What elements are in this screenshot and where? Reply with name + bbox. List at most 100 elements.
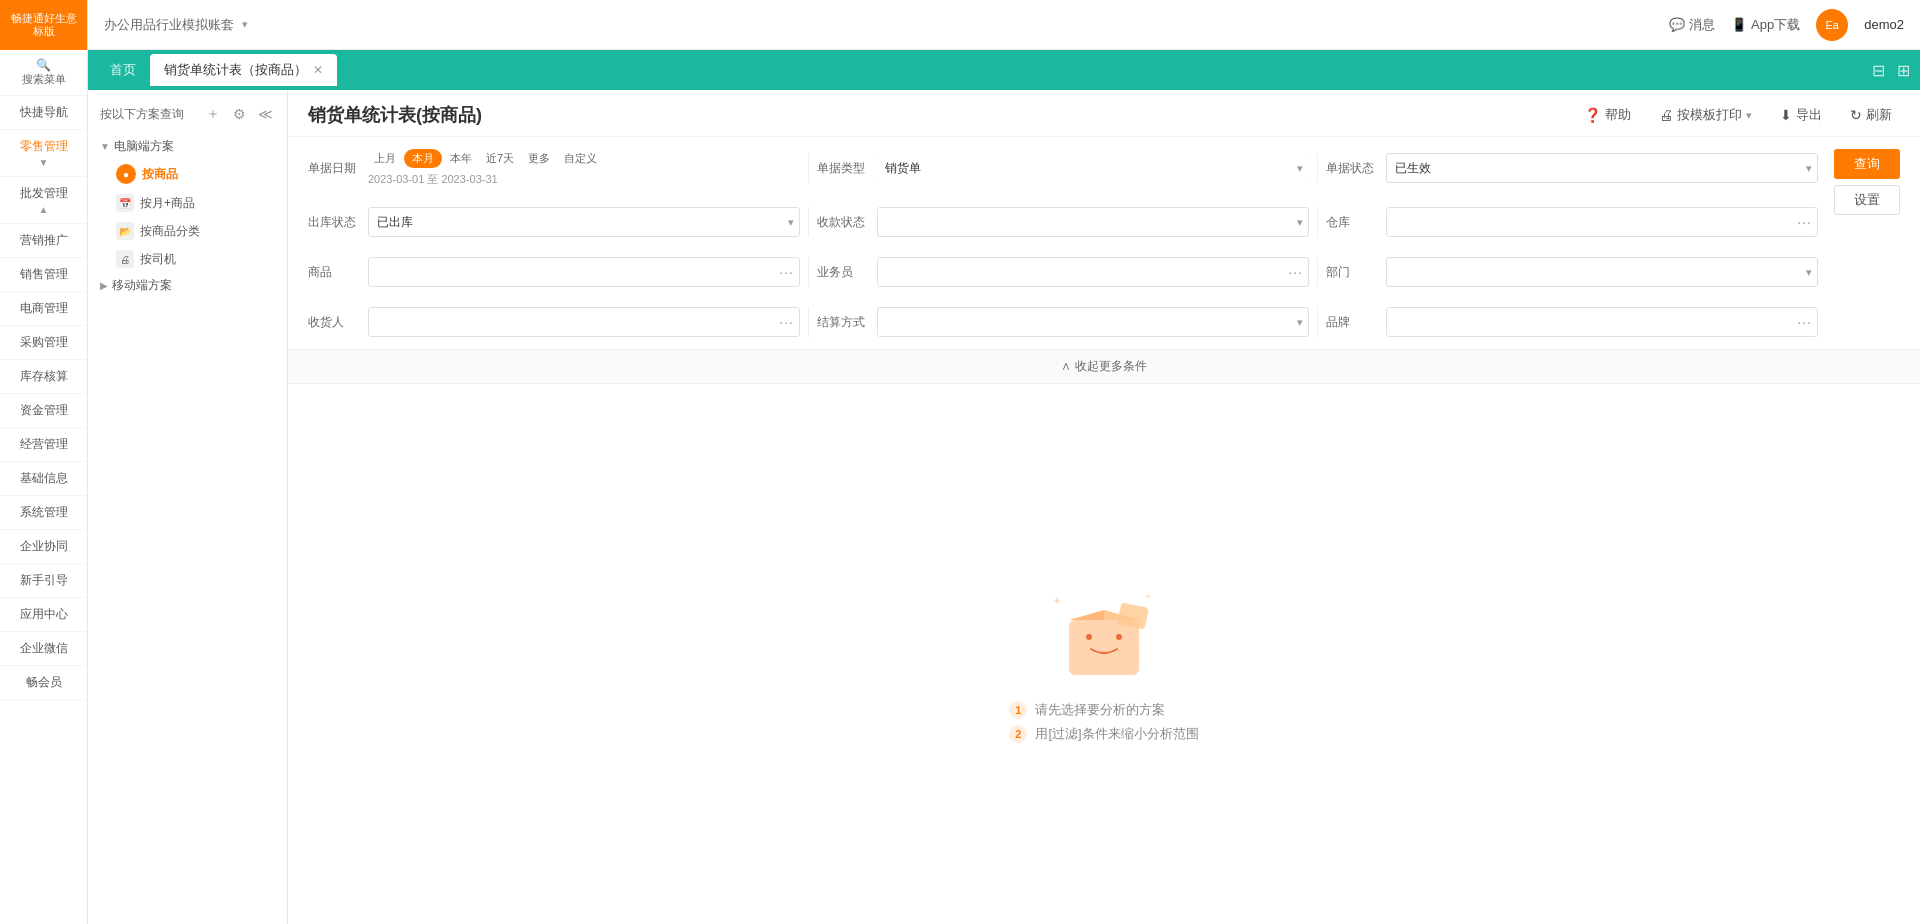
quick-nav-label: 快捷导航	[20, 104, 68, 121]
department-select[interactable]	[1386, 257, 1818, 287]
query-button[interactable]: 查询	[1834, 149, 1900, 179]
sidebar-item-procurement[interactable]: 采购管理	[0, 326, 87, 360]
filter-row-3: 商品 ··· 业务员	[308, 257, 1818, 287]
divider-8	[1317, 307, 1318, 337]
search-icon: 🔍	[36, 58, 51, 72]
tab-home[interactable]: 首页	[96, 54, 150, 86]
empty-text-item-1: 1 请先选择要分析的方案	[1009, 701, 1198, 719]
settlement-label: 结算方式	[817, 314, 877, 331]
refresh-button[interactable]: ↻ 刷新	[1842, 102, 1900, 128]
marketing-label: 营销推广	[20, 232, 68, 249]
tree-group-mobile: ▶ 移动端方案	[88, 273, 287, 298]
filter-panel-header: 按以下方案查询 ＋ ⚙ ≪	[88, 98, 287, 130]
stock-status-select[interactable]: 已出库	[368, 207, 800, 237]
tree-item-by-month-product[interactable]: 📅 按月+商品	[104, 189, 287, 217]
tree-group-desktop-label[interactable]: ▼ 电脑端方案	[88, 134, 287, 159]
empty-number-2: 2	[1009, 725, 1027, 743]
warehouse-select[interactable]	[1386, 207, 1818, 237]
product-input[interactable]	[368, 257, 800, 287]
tree-item-by-product[interactable]: ● 按商品	[104, 159, 287, 189]
tree-item-by-category[interactable]: 📂 按商品分类	[104, 217, 287, 245]
app-logo[interactable]: 畅捷通好生意 标版	[0, 0, 87, 50]
tree-group-mobile-label[interactable]: ▶ 移动端方案	[88, 273, 287, 298]
tree-item-by-driver-icon: 🖨	[116, 250, 134, 268]
payment-status-label: 收款状态	[817, 214, 877, 231]
user-avatar[interactable]: Ea	[1816, 9, 1848, 41]
collapse-bar[interactable]: ∧ 收起更多条件	[288, 350, 1920, 384]
date-tab-this-month[interactable]: 本月	[404, 149, 442, 168]
settings-button[interactable]: 设置	[1834, 185, 1900, 215]
help-icon: ❓	[1584, 107, 1601, 123]
filter-panel-collapse-icon[interactable]: ≪	[255, 104, 275, 124]
sidebar-item-app-center[interactable]: 应用中心	[0, 598, 87, 632]
tab-maximize-icon[interactable]: ⊞	[1895, 59, 1912, 82]
app-logo-text: 畅捷通好生意 标版	[11, 12, 77, 38]
sidebar-item-wechat[interactable]: 企业微信	[0, 632, 87, 666]
date-tab-more[interactable]: 更多	[522, 149, 556, 168]
tab-sales-stats[interactable]: 销货单统计表（按商品） ✕	[150, 54, 337, 86]
tree-item-by-driver[interactable]: 🖨 按司机	[104, 245, 287, 273]
recipient-input[interactable]	[368, 307, 800, 337]
stock-status-control: 已出库 ▾	[368, 207, 800, 237]
warehouse-control: ···	[1386, 207, 1818, 237]
download-icon: 📱	[1731, 17, 1747, 32]
date-tab-7days[interactable]: 近7天	[480, 149, 520, 168]
filter-row-1: 单据日期 上月 本月 本年 近7天 更多	[308, 149, 1818, 187]
date-tab-last-month[interactable]: 上月	[368, 149, 402, 168]
sidebar-item-ecommerce[interactable]: 电商管理	[0, 292, 87, 326]
empty-hint-1: 请先选择要分析的方案	[1035, 701, 1165, 719]
sidebar-item-marketing[interactable]: 营销推广	[0, 224, 87, 258]
tab-sales-stats-label: 销货单统计表（按商品）	[164, 61, 307, 79]
sidebar-search[interactable]: 🔍 搜索菜单	[0, 50, 87, 96]
sidebar-item-newbie[interactable]: 新手引导	[0, 564, 87, 598]
retail-label: 零售管理	[20, 138, 68, 155]
template-print-dropdown-icon[interactable]: ▾	[1746, 109, 1752, 122]
main-area: 销货单统计表(按商品) ❓ 帮助 🖨 按模板打印 ▾ ⬇ 导出	[288, 90, 1920, 924]
tree-group-desktop-text: 电脑端方案	[114, 138, 174, 155]
breadcrumb-dropdown-icon[interactable]: ▾	[242, 18, 248, 31]
salesperson-input[interactable]	[877, 257, 1309, 287]
stock-status-value: 已出库	[377, 214, 413, 231]
filter-row-4: 收货人 ··· 结算方式	[308, 307, 1818, 337]
sidebar-item-operations[interactable]: 经营管理	[0, 428, 87, 462]
brand-input[interactable]	[1386, 307, 1818, 337]
tab-close-icon[interactable]: ✕	[313, 64, 323, 76]
sidebar-item-retail[interactable]: 零售管理 ▼	[0, 130, 87, 177]
message-button[interactable]: 💬 消息	[1669, 16, 1715, 34]
tree-item-by-month-product-label: 按月+商品	[140, 195, 195, 212]
sidebar-item-inventory[interactable]: 库存核算	[0, 360, 87, 394]
doc-type-input[interactable]	[877, 153, 1309, 183]
date-range-text: 2023-03-01 至 2023-03-31	[368, 172, 800, 187]
payment-status-select[interactable]	[877, 207, 1309, 237]
date-tab-this-year[interactable]: 本年	[444, 149, 478, 168]
empty-hint-2: 用[过滤]条件来缩小分析范围	[1035, 725, 1198, 743]
sidebar-item-wholesale[interactable]: 批发管理 ▲	[0, 177, 87, 224]
recipient-control: ···	[368, 307, 800, 337]
app-download-button[interactable]: 📱 App下载	[1731, 16, 1800, 34]
filter-field-salesperson: 业务员 ···	[817, 257, 1309, 287]
tree-item-by-category-label: 按商品分类	[140, 223, 200, 240]
stock-status-label: 出库状态	[308, 214, 368, 231]
date-tab-custom[interactable]: 自定义	[558, 149, 603, 168]
sidebar-item-member[interactable]: 畅会员	[0, 666, 87, 700]
sidebar-item-finance[interactable]: 资金管理	[0, 394, 87, 428]
export-button[interactable]: ⬇ 导出	[1772, 102, 1830, 128]
sidebar-item-basic[interactable]: 基础信息	[0, 462, 87, 496]
settlement-select[interactable]	[877, 307, 1309, 337]
collapse-label: ∧ 收起更多条件	[1061, 359, 1146, 373]
tree-group-desktop: ▼ 电脑端方案 ● 按商品 📅 按月+商品 📂	[88, 134, 287, 273]
help-button[interactable]: ❓ 帮助	[1576, 102, 1639, 128]
tree-item-by-driver-label: 按司机	[140, 251, 176, 268]
divider-3	[808, 207, 809, 237]
sidebar-item-sales[interactable]: 销售管理	[0, 258, 87, 292]
template-print-button[interactable]: 🖨 按模板打印 ▾	[1651, 102, 1760, 128]
tree-item-by-product-icon: ●	[116, 164, 136, 184]
sidebar-item-system[interactable]: 系统管理	[0, 496, 87, 530]
doc-status-select[interactable]: 已生效	[1386, 153, 1818, 183]
filter-panel-settings-icon[interactable]: ⚙	[229, 104, 249, 124]
filter-field-brand: 品牌 ···	[1326, 307, 1818, 337]
tab-minimize-icon[interactable]: ⊟	[1870, 59, 1887, 82]
sidebar-item-enterprise[interactable]: 企业协同	[0, 530, 87, 564]
filter-panel-add-icon[interactable]: ＋	[203, 104, 223, 124]
sidebar-item-quick-nav[interactable]: 快捷导航	[0, 96, 87, 130]
